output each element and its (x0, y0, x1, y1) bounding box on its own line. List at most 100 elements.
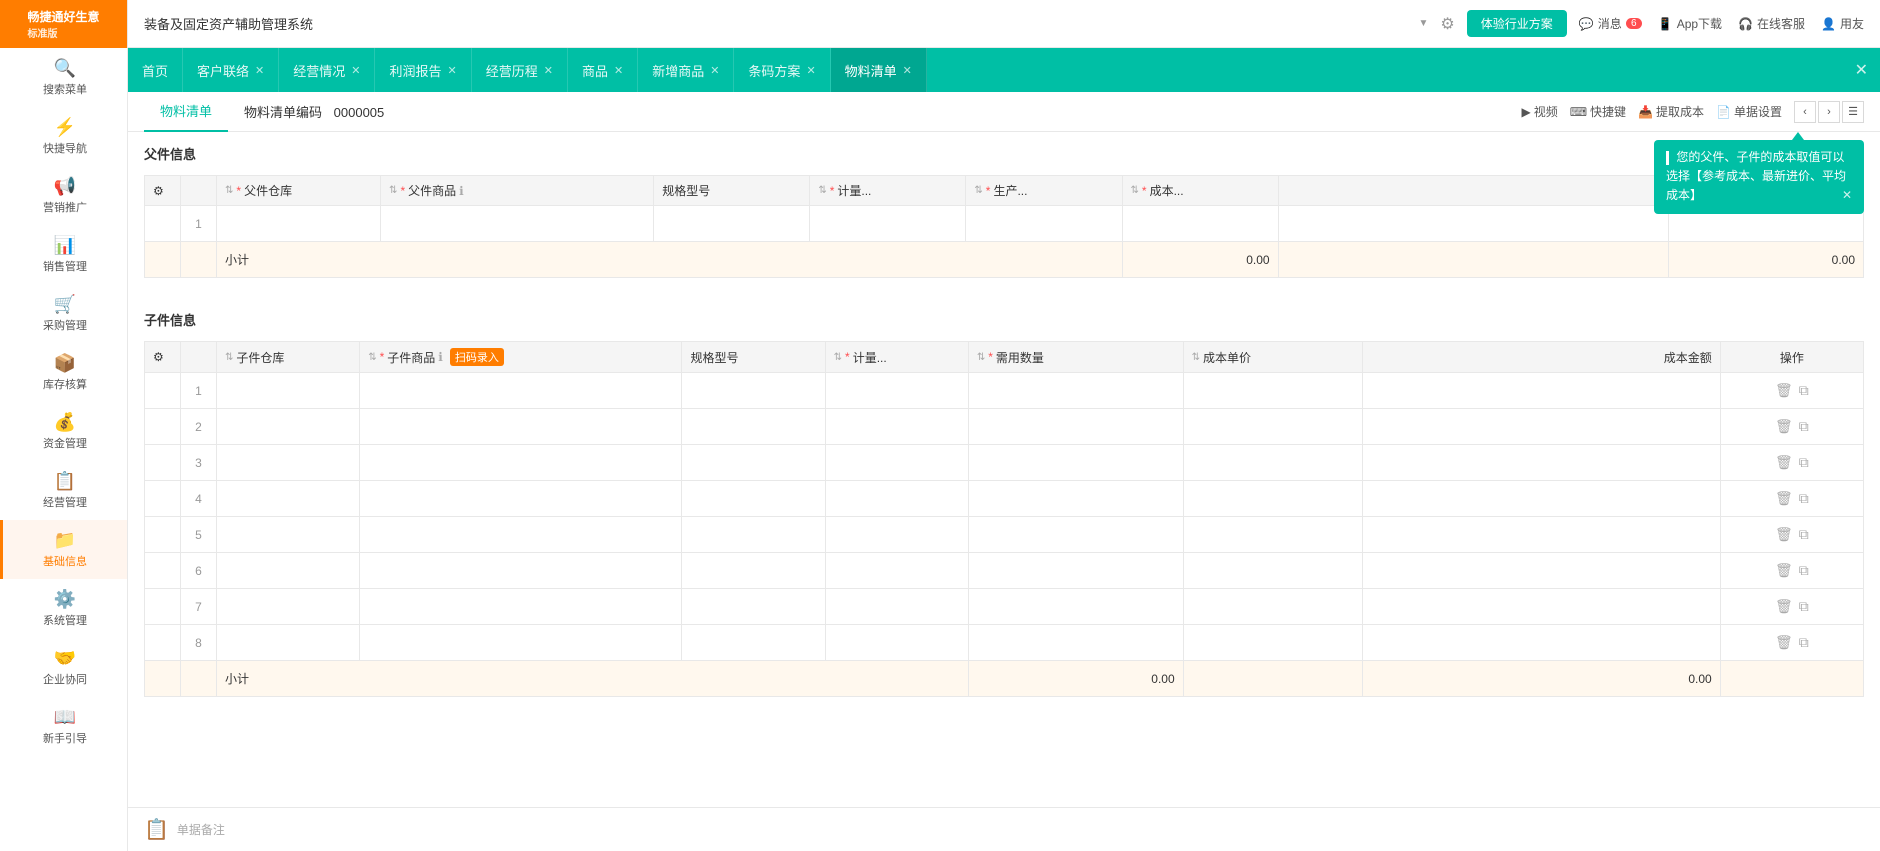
nav-tab-new-goods[interactable]: 新增商品✕ (638, 48, 734, 92)
child-cell-goods[interactable] (360, 625, 682, 661)
nav-tab-close-new-goods[interactable]: ✕ (710, 64, 719, 77)
trial-button[interactable]: 体验行业方案 (1467, 10, 1567, 37)
child-cell-cost-unit[interactable] (1183, 445, 1362, 481)
nav-tab-close-goods[interactable]: ✕ (614, 64, 623, 77)
child-cell-warehouse[interactable] (217, 409, 360, 445)
nav-tab-bom[interactable]: 物料清单✕ (831, 48, 927, 92)
child-cell-quantity[interactable] (968, 517, 1183, 553)
child-cell-goods[interactable] (360, 373, 682, 409)
nav-tab-close-biz-history[interactable]: ✕ (544, 64, 553, 77)
child-cell-quantity[interactable] (968, 481, 1183, 517)
child-cell-cost-unit[interactable] (1183, 373, 1362, 409)
child-cell-spec[interactable] (682, 409, 825, 445)
sidebar-item-sales[interactable]: 📊销售管理 (0, 225, 127, 284)
child-cell-cost-unit[interactable] (1183, 481, 1362, 517)
nav-tab-biz-history[interactable]: 经营历程✕ (472, 48, 568, 92)
child-cell-cost-unit[interactable] (1183, 409, 1362, 445)
copy-icon[interactable]: ⧉ (1799, 562, 1809, 579)
nav-tab-profit-report[interactable]: 利润报告✕ (375, 48, 471, 92)
child-cell-unit[interactable] (825, 373, 968, 409)
child-cell-cost-unit[interactable] (1183, 625, 1362, 661)
child-cell-cost-unit[interactable] (1183, 517, 1362, 553)
child-cell-spec[interactable] (682, 625, 825, 661)
child-cell-warehouse[interactable] (217, 481, 360, 517)
scan-badge[interactable]: 扫码录入 (450, 348, 504, 366)
copy-icon[interactable]: ⧉ (1799, 418, 1809, 435)
delete-icon[interactable]: 🗑 (1775, 598, 1793, 615)
child-cell-quantity[interactable] (968, 409, 1183, 445)
child-cell-spec[interactable] (682, 589, 825, 625)
child-cell-unit[interactable] (825, 589, 968, 625)
child-cell-spec[interactable] (682, 517, 825, 553)
copy-icon[interactable]: ⧉ (1799, 598, 1809, 615)
settings-icon[interactable]: ⚙ (1440, 14, 1454, 34)
child-cell-quantity[interactable] (968, 445, 1183, 481)
child-cell-warehouse[interactable] (217, 517, 360, 553)
child-cell-goods[interactable] (360, 553, 682, 589)
app-download-action[interactable]: 📱 App下载 (1658, 15, 1722, 32)
sidebar-item-search[interactable]: 🔍搜索菜单 (0, 48, 127, 107)
parent-cell-warehouse[interactable] (217, 206, 381, 242)
sidebar-item-inventory[interactable]: 📦库存核算 (0, 343, 127, 402)
nav-tab-close-operations-status[interactable]: ✕ (351, 64, 360, 77)
child-cell-unit[interactable] (825, 481, 968, 517)
close-all-tabs-button[interactable]: ✕ (1843, 48, 1880, 92)
sidebar-item-guide[interactable]: 📖新手引导 (0, 697, 127, 756)
sidebar-item-purchase[interactable]: 🛒采购管理 (0, 284, 127, 343)
sidebar-item-quick-nav[interactable]: ⚡快捷导航 (0, 107, 127, 166)
child-cell-unit[interactable] (825, 445, 968, 481)
delete-icon[interactable]: 🗑 (1775, 418, 1793, 435)
user-action[interactable]: 👤 用友 (1821, 15, 1864, 32)
child-cell-spec[interactable] (682, 553, 825, 589)
delete-icon[interactable]: 🗑 (1775, 382, 1793, 399)
delete-icon[interactable]: 🗑 (1775, 562, 1793, 579)
child-cell-spec[interactable] (682, 481, 825, 517)
child-cell-warehouse[interactable] (217, 589, 360, 625)
list-view-button[interactable]: ☰ (1842, 101, 1864, 123)
delete-icon[interactable]: 🗑 (1775, 490, 1793, 507)
child-cell-unit[interactable] (825, 625, 968, 661)
child-cell-goods[interactable] (360, 445, 682, 481)
child-cell-warehouse[interactable] (217, 445, 360, 481)
child-cell-goods[interactable] (360, 481, 682, 517)
message-action[interactable]: 💬 消息 6 (1579, 15, 1642, 32)
system-title-arrow[interactable]: ▼ (1419, 18, 1429, 29)
nav-tab-close-profit-report[interactable]: ✕ (448, 64, 457, 77)
next-page-button[interactable]: › (1818, 101, 1840, 123)
nav-tab-barcode[interactable]: 条码方案✕ (734, 48, 830, 92)
child-cell-cost-unit[interactable] (1183, 553, 1362, 589)
child-col-gear[interactable]: ⚙ (145, 342, 181, 373)
hotkey-action[interactable]: ⌨ 快捷键 (1570, 103, 1626, 120)
sidebar-item-operations[interactable]: 📋经营管理 (0, 461, 127, 520)
extract-cost-action[interactable]: 📥 提取成本 (1638, 103, 1704, 120)
parent-cell-unit[interactable] (810, 206, 966, 242)
sub-tab-bom-list[interactable]: 物料清单 (144, 92, 228, 132)
parent-cell-goods[interactable] (381, 206, 654, 242)
child-cell-goods[interactable] (360, 589, 682, 625)
child-cell-unit[interactable] (825, 517, 968, 553)
sidebar-item-finance[interactable]: 💰资金管理 (0, 402, 127, 461)
view-action[interactable]: ▶ 视频 (1521, 103, 1557, 120)
child-cell-goods[interactable] (360, 409, 682, 445)
child-cell-quantity[interactable] (968, 553, 1183, 589)
child-cell-unit[interactable] (825, 409, 968, 445)
child-cell-goods[interactable] (360, 517, 682, 553)
sidebar-item-basic-info[interactable]: 📁基础信息 (0, 520, 127, 579)
nav-tab-close-bom[interactable]: ✕ (903, 64, 912, 77)
copy-icon[interactable]: ⧉ (1799, 526, 1809, 543)
child-cell-warehouse[interactable] (217, 373, 360, 409)
copy-icon[interactable]: ⧉ (1799, 454, 1809, 471)
delete-icon[interactable]: 🗑 (1775, 634, 1793, 651)
nav-tab-close-barcode[interactable]: ✕ (806, 64, 815, 77)
parent-cell-spec[interactable] (654, 206, 810, 242)
child-cell-unit[interactable] (825, 553, 968, 589)
child-cell-cost-unit[interactable] (1183, 589, 1362, 625)
copy-icon[interactable]: ⧉ (1799, 634, 1809, 651)
nav-tab-close-customer[interactable]: ✕ (255, 64, 264, 77)
parent-cell-production[interactable] (966, 206, 1122, 242)
sidebar-item-system[interactable]: ⚙️系统管理 (0, 579, 127, 638)
child-cell-quantity[interactable] (968, 589, 1183, 625)
copy-icon[interactable]: ⧉ (1799, 490, 1809, 507)
child-cell-warehouse[interactable] (217, 625, 360, 661)
nav-tab-goods[interactable]: 商品✕ (568, 48, 638, 92)
